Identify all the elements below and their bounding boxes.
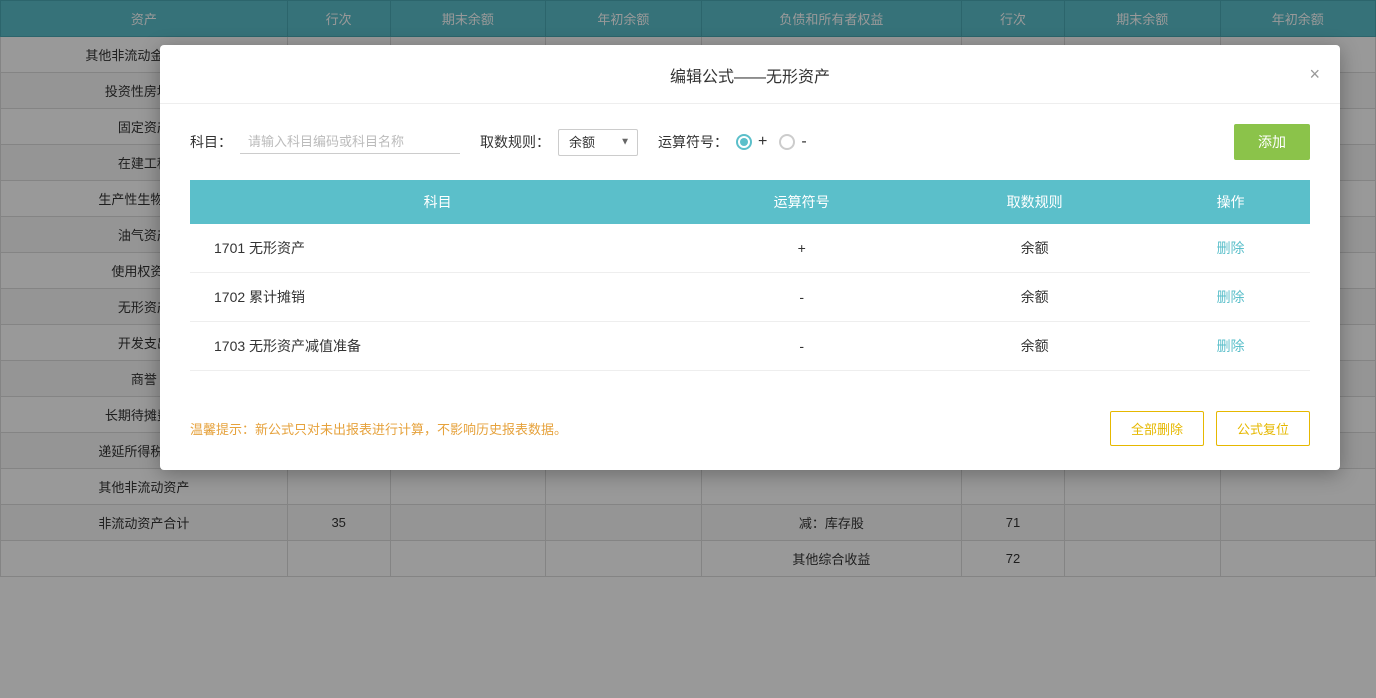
operator-cell: - [685,273,918,322]
action-cell: 删除 [1151,273,1310,322]
formula-table: 科目运算符号取数规则操作 1701 无形资产+余额删除1702 累计摊销-余额删… [190,180,1310,371]
table-row: 1701 无形资产+余额 删除 [190,224,1310,273]
rule-select[interactable]: 余额 借方 贷方 [558,129,638,156]
col-header: 取数规则 [918,180,1151,224]
action-cell: 删除 [1151,224,1310,273]
col-header: 运算符号 [685,180,918,224]
col-header: 操作 [1151,180,1310,224]
subject-label: 科目： [190,132,232,152]
table-row: 1703 无形资产减值准备-余额 删除 [190,322,1310,371]
modal-title: 编辑公式——无形资产 [670,63,830,87]
footer-hint: 温馨提示：新公式只对未出报表进行计算，不影响历史报表数据。 [190,419,567,438]
delete-link[interactable]: 删除 [1217,338,1245,354]
subject-input[interactable] [240,130,460,154]
subject-cell: 1702 累计摊销 [190,273,685,322]
modal-header: 编辑公式——无形资产 × [160,45,1340,104]
add-button[interactable]: 添加 [1234,124,1310,160]
operator-minus-label: - [801,133,806,151]
action-cell: 删除 [1151,322,1310,371]
operator-cell: + [685,224,918,273]
subject-cell: 1703 无形资产减值准备 [190,322,685,371]
edit-formula-modal: 编辑公式——无形资产 × 科目： 取数规则： 余额 借方 贷方 ▼ [160,45,1340,470]
close-icon[interactable]: × [1309,65,1320,83]
table-row: 1702 累计摊销-余额 删除 [190,273,1310,322]
form-row: 科目： 取数规则： 余额 借方 贷方 ▼ 运算符号： [190,124,1310,160]
delete-link[interactable]: 删除 [1217,289,1245,305]
operator-plus-label: + [758,133,767,151]
rule-cell: 余额 [918,273,1151,322]
delete-link[interactable]: 删除 [1217,240,1245,256]
delete-all-button[interactable]: 全部删除 [1110,411,1204,446]
subject-group: 科目： [190,130,460,154]
modal-body: 科目： 取数规则： 余额 借方 贷方 ▼ 运算符号： [160,104,1340,411]
operator-plus-radio[interactable]: + [736,133,767,151]
rule-select-wrapper: 余额 借方 贷方 ▼ [558,129,638,156]
operator-cell: - [685,322,918,371]
operator-group: 运算符号： + - [658,132,807,152]
operator-minus-radio[interactable]: - [779,133,806,151]
subject-cell: 1701 无形资产 [190,224,685,273]
rule-label: 取数规则： [480,132,550,152]
radio-circle-plus [736,134,752,150]
reset-formula-button[interactable]: 公式复位 [1216,411,1310,446]
radio-circle-minus [779,134,795,150]
rule-group: 取数规则： 余额 借方 贷方 ▼ [480,129,638,156]
modal-footer: 温馨提示：新公式只对未出报表进行计算，不影响历史报表数据。 全部删除 公式复位 [160,411,1340,446]
operator-label: 运算符号： [658,132,728,152]
footer-buttons: 全部删除 公式复位 [1110,411,1310,446]
col-header: 科目 [190,180,685,224]
rule-cell: 余额 [918,224,1151,273]
rule-cell: 余额 [918,322,1151,371]
operator-radio-group: + - [736,133,807,151]
